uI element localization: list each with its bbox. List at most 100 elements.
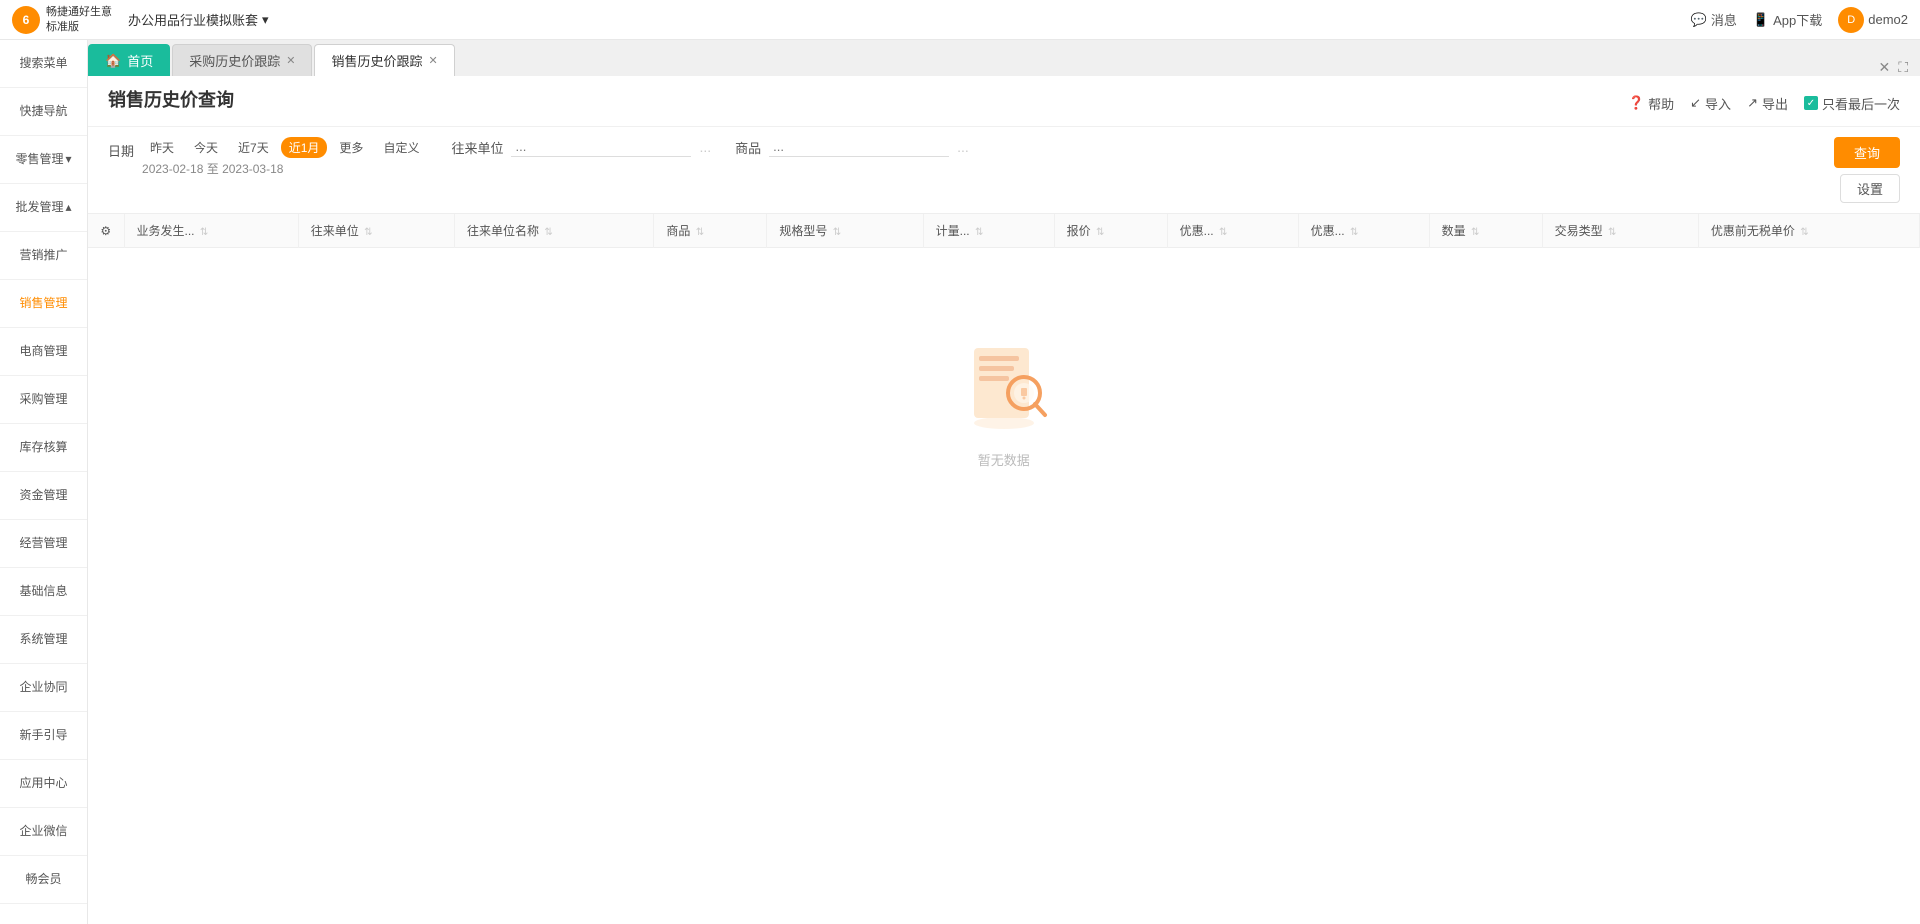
sidebar: 搜索菜单 快捷导航 零售管理 ▾ 批发管理 ▴ 营销推广 销售管理 电商管理 采… [0, 40, 88, 924]
th-spec[interactable]: 规格型号 ⇅ [767, 214, 923, 248]
message-btn[interactable]: 💬 消息 [1691, 10, 1737, 29]
th-biz-date[interactable]: 业务发生... ⇅ [124, 214, 298, 248]
sidebar-item-enterprise[interactable]: 企业协同 [0, 664, 87, 712]
th-goods[interactable]: 商品 ⇅ [654, 214, 767, 248]
tab-close-purchase[interactable]: ✕ [286, 54, 295, 67]
sidebar-item-ops-mgmt[interactable]: 经营管理 [0, 520, 87, 568]
tab-home[interactable]: 🏠 首页 [88, 44, 170, 76]
avatar: D [1838, 7, 1864, 33]
export-btn[interactable]: ↗ 导出 [1747, 94, 1788, 113]
page-title: 销售历史价查询 [108, 86, 1628, 112]
th-trade-type[interactable]: 交易类型 ⇅ [1542, 214, 1698, 248]
top-bar: 6 畅捷通好生意 标准版 办公用品行业模拟账套 ▾ 💬 消息 📱 App下载 D… [0, 0, 1920, 40]
data-table: ⚙ 业务发生... ⇅ 往来单位 ⇅ 往来单位名称 ⇅ [88, 214, 1920, 549]
message-icon: 💬 [1691, 12, 1707, 28]
sort-icon: ⇅ [1096, 227, 1104, 238]
date-tab-more[interactable]: 更多 [331, 137, 371, 158]
top-bar-left: 6 畅捷通好生意 标准版 办公用品行业模拟账套 ▾ [12, 5, 277, 34]
app-selector[interactable]: 办公用品行业模拟账套 ▾ [120, 10, 277, 29]
th-gear[interactable]: ⚙ [88, 214, 124, 248]
date-tab-custom[interactable]: 自定义 [375, 137, 427, 158]
th-discount1[interactable]: 优惠... ⇅ [1167, 214, 1298, 248]
sort-icon: ⇅ [1608, 227, 1616, 238]
home-icon: 🏠 [105, 53, 121, 69]
window-controls: ✕ ⛶ [1878, 59, 1920, 76]
sidebar-item-enterprise-wx[interactable]: 企业微信 [0, 808, 87, 856]
sidebar-item-purchase-mgmt[interactable]: 采购管理 [0, 376, 87, 424]
sort-icon: ⇅ [364, 227, 372, 238]
search-menu-label: 搜索菜单 [19, 55, 67, 72]
tab-purchase-history[interactable]: 采购历史价跟踪 ✕ [172, 44, 312, 76]
th-discount2[interactable]: 优惠... ⇅ [1298, 214, 1429, 248]
sort-icon: ⇅ [975, 227, 983, 238]
chevron-down-icon: ▾ [262, 12, 269, 28]
sidebar-item-app-center[interactable]: 应用中心 [0, 760, 87, 808]
sidebar-item-search-menu[interactable]: 搜索菜单 [0, 40, 87, 88]
sort-icon: ⇅ [1471, 227, 1479, 238]
partner-label: 往来单位 [451, 138, 503, 157]
sort-icon: ⇅ [696, 227, 704, 238]
maximize-window-btn[interactable]: ⛶ [1898, 59, 1908, 76]
logo-text: 畅捷通好生意 标准版 [46, 5, 112, 34]
sidebar-item-retail-mgmt[interactable]: 零售管理 ▾ [0, 136, 87, 184]
chevron-icon: ▴ [65, 199, 71, 216]
table-container: ⚙ 业务发生... ⇅ 往来单位 ⇅ 往来单位名称 ⇅ [88, 214, 1920, 924]
sidebar-item-basic-info[interactable]: 基础信息 [0, 568, 87, 616]
table-header-row: ⚙ 业务发生... ⇅ 往来单位 ⇅ 往来单位名称 ⇅ [88, 214, 1920, 248]
date-tab-yesterday[interactable]: 昨天 [142, 137, 182, 158]
empty-state: 暂无数据 [88, 248, 1920, 549]
page-content: 销售历史价查询 ❓ 帮助 ↙ 导入 ↗ 导出 [88, 76, 1920, 924]
date-tabs: 昨天 今天 近7天 近1月 更多 自定义 [142, 137, 427, 158]
sort-icon: ⇅ [833, 227, 841, 238]
content-area: 🏠 首页 采购历史价跟踪 ✕ 销售历史价跟踪 ✕ ✕ ⛶ 销售历史价查询 [88, 40, 1920, 924]
tab-sales-history[interactable]: 销售历史价跟踪 ✕ [314, 44, 454, 76]
empty-illustration [949, 328, 1059, 438]
goods-dots: ... [957, 139, 969, 155]
goods-input[interactable] [769, 137, 949, 157]
date-label: 日期 [108, 137, 134, 160]
th-partner-code[interactable]: 往来单位 ⇅ [298, 214, 454, 248]
download-icon: 📱 [1753, 12, 1769, 28]
th-pre-tax-price[interactable]: 优惠前无税单价 ⇅ [1698, 214, 1919, 248]
sidebar-item-quick-nav[interactable]: 快捷导航 [0, 88, 87, 136]
help-btn[interactable]: ❓ 帮助 [1628, 94, 1674, 113]
only-last-checkbox[interactable]: 只看最后一次 [1804, 94, 1900, 113]
sidebar-item-finance[interactable]: 资金管理 [0, 472, 87, 520]
main-layout: 搜索菜单 快捷导航 零售管理 ▾ 批发管理 ▴ 营销推广 销售管理 电商管理 采… [0, 40, 1920, 924]
sort-icon: ⇅ [200, 227, 208, 238]
sidebar-item-ecom-mgmt[interactable]: 电商管理 [0, 328, 87, 376]
logo-area: 6 畅捷通好生意 标准版 [12, 5, 112, 34]
sidebar-item-wholesale-mgmt[interactable]: 批发管理 ▴ [0, 184, 87, 232]
tab-close-sales[interactable]: ✕ [428, 54, 437, 67]
date-range-display: 2023-02-18 至 2023-03-18 [142, 160, 427, 177]
sidebar-item-sys-mgmt[interactable]: 系统管理 [0, 616, 87, 664]
sidebar-item-sales-mgmt[interactable]: 销售管理 [0, 280, 87, 328]
th-qty[interactable]: 数量 ⇅ [1429, 214, 1542, 248]
logo-icon: 6 [12, 6, 40, 34]
date-tab-1month[interactable]: 近1月 [281, 137, 328, 158]
sort-icon: ⇅ [1800, 227, 1808, 238]
th-unit[interactable]: 计量... ⇅ [923, 214, 1054, 248]
sidebar-item-vip-member[interactable]: 畅会员 [0, 856, 87, 904]
sidebar-item-new-guide[interactable]: 新手引导 [0, 712, 87, 760]
date-tab-7days[interactable]: 近7天 [230, 137, 277, 158]
user-area[interactable]: D demo2 [1838, 7, 1908, 33]
setting-button[interactable]: 设置 [1840, 174, 1900, 203]
th-quote[interactable]: 报价 ⇅ [1054, 214, 1167, 248]
sidebar-item-marketing[interactable]: 营销推广 [0, 232, 87, 280]
top-bar-right: 💬 消息 📱 App下载 D demo2 [1691, 7, 1908, 33]
close-window-btn[interactable]: ✕ [1878, 59, 1890, 76]
sort-icon: ⇅ [544, 227, 552, 238]
sort-icon: ⇅ [1219, 227, 1227, 238]
goods-label: 商品 [735, 138, 761, 157]
quick-nav-label: 快捷导航 [19, 103, 67, 120]
export-icon: ↗ [1747, 95, 1758, 111]
date-tab-today[interactable]: 今天 [186, 137, 226, 158]
import-btn[interactable]: ↙ 导入 [1690, 94, 1731, 113]
th-partner-name[interactable]: 往来单位名称 ⇅ [454, 214, 653, 248]
sidebar-item-inventory[interactable]: 库存核算 [0, 424, 87, 472]
query-button[interactable]: 查询 [1834, 137, 1900, 168]
app-download-btn[interactable]: 📱 App下载 [1753, 10, 1822, 29]
import-icon: ↙ [1690, 95, 1701, 111]
partner-input[interactable] [511, 137, 691, 157]
